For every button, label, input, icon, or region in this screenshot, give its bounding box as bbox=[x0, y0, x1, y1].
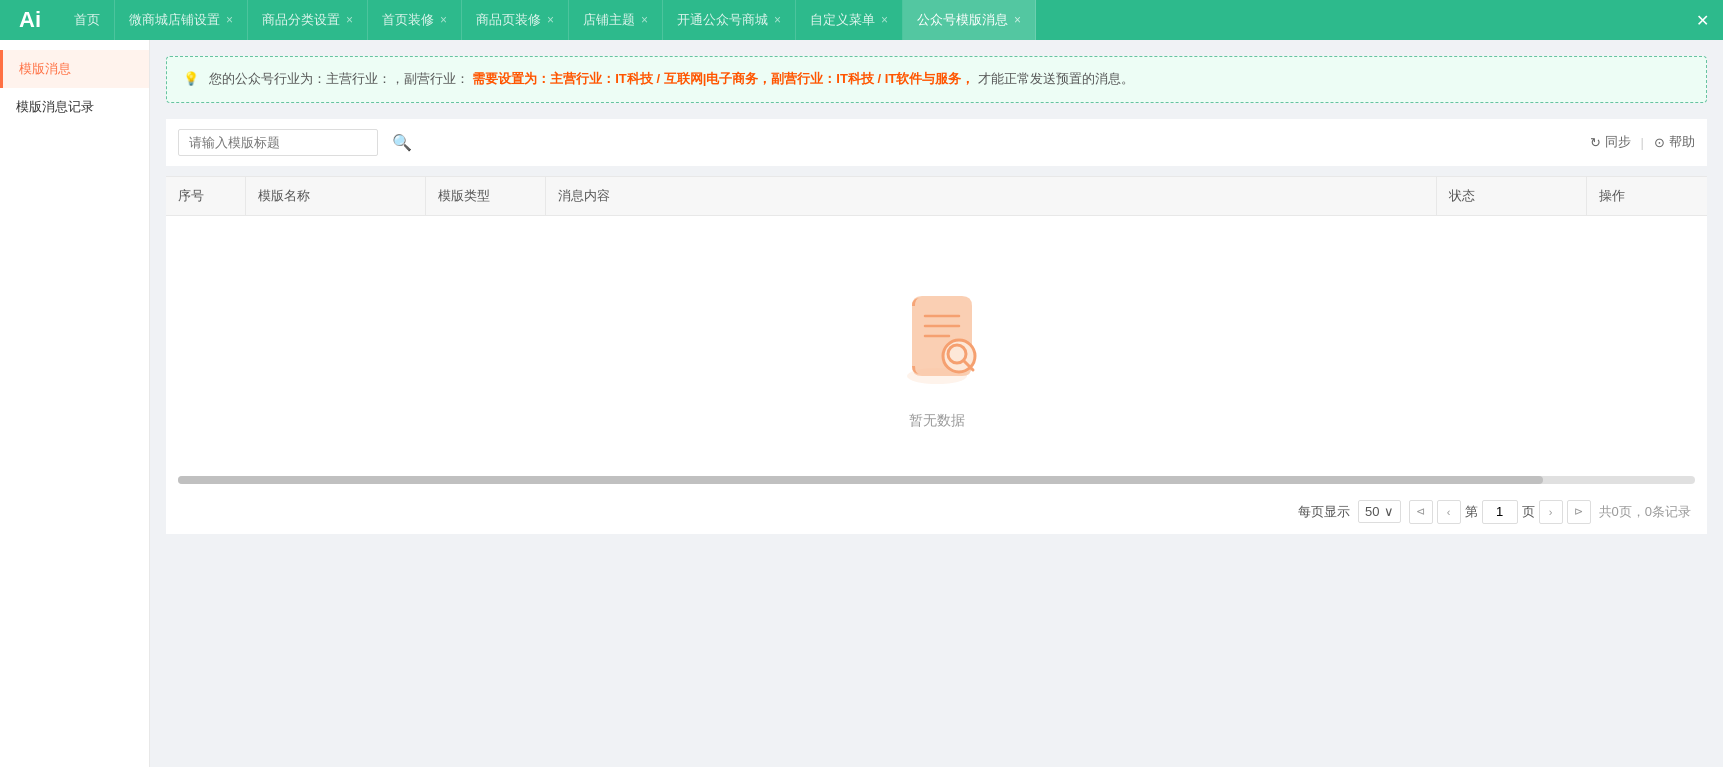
scrollbar-thumb[interactable] bbox=[178, 476, 1543, 484]
nav-tabs: 首页微商城店铺设置×商品分类设置×首页装修×商品页装修×店铺主题×开通公众号商城… bbox=[60, 0, 1682, 40]
page-size-value: 50 bbox=[1365, 504, 1379, 519]
table-header-index: 序号 bbox=[166, 177, 246, 215]
nav-tab-close-icon[interactable]: × bbox=[881, 13, 888, 27]
page-size-label: 每页显示 bbox=[1298, 503, 1350, 521]
sync-button[interactable]: ↻ 同步 bbox=[1590, 133, 1631, 151]
sidebar-item-template-msg[interactable]: 模版消息 bbox=[0, 50, 149, 88]
table-header: 序号模版名称模版类型消息内容状态操作 bbox=[166, 176, 1707, 216]
notice-prefix: 您的公众号行业为：主营行业：，副营行业： bbox=[209, 71, 469, 86]
nav-tab-label: 自定义菜单 bbox=[810, 11, 875, 29]
help-label: 帮助 bbox=[1669, 133, 1695, 151]
nav-tab-label: 商品分类设置 bbox=[262, 11, 340, 29]
nav-tab-close-icon[interactable]: × bbox=[346, 13, 353, 27]
help-button[interactable]: ⊙ 帮助 bbox=[1654, 133, 1695, 151]
divider: | bbox=[1641, 135, 1644, 150]
page-input[interactable] bbox=[1482, 500, 1518, 524]
nav-tab-close-icon[interactable]: × bbox=[641, 13, 648, 27]
search-button[interactable]: 🔍 bbox=[386, 131, 418, 154]
nav-tab-close-icon[interactable]: × bbox=[547, 13, 554, 27]
table-header-action: 操作 bbox=[1587, 177, 1707, 215]
page-label-after: 页 bbox=[1522, 503, 1535, 521]
content-area: 💡 您的公众号行业为：主营行业：，副营行业： 需要设置为：主营行业：IT科技 /… bbox=[150, 40, 1723, 767]
nav-tab-label: 开通公众号商城 bbox=[677, 11, 768, 29]
sync-icon: ↻ bbox=[1590, 135, 1601, 150]
nav-tab-home[interactable]: 首页 bbox=[60, 0, 115, 40]
notice-box: 💡 您的公众号行业为：主营行业：，副营行业： 需要设置为：主营行业：IT科技 /… bbox=[166, 56, 1707, 103]
search-input[interactable] bbox=[178, 129, 378, 156]
empty-illustration bbox=[877, 276, 997, 396]
logo: Ai bbox=[0, 0, 60, 40]
page-label-before: 第 bbox=[1465, 503, 1478, 521]
nav-tab-product-decor[interactable]: 商品页装修 × bbox=[462, 0, 569, 40]
nav-tab-close-icon[interactable]: × bbox=[440, 13, 447, 27]
nav-tab-custom-menu[interactable]: 自定义菜单 × bbox=[796, 0, 903, 40]
nav-tab-label: 店铺主题 bbox=[583, 11, 635, 29]
prev-page-button[interactable]: ‹ bbox=[1437, 500, 1461, 524]
notice-highlight: 需要设置为：主营行业：IT科技 / 互联网|电子商务，副营行业：IT科技 / I… bbox=[472, 71, 974, 86]
global-close-button[interactable]: ✕ bbox=[1682, 0, 1723, 40]
main-layout: 模版消息模版消息记录 💡 您的公众号行业为：主营行业：，副营行业： 需要设置为：… bbox=[0, 40, 1723, 767]
scrollbar-track[interactable] bbox=[178, 476, 1695, 484]
help-icon: ⊙ bbox=[1654, 135, 1665, 150]
top-nav: Ai 首页微商城店铺设置×商品分类设置×首页装修×商品页装修×店铺主题×开通公众… bbox=[0, 0, 1723, 40]
nav-tab-home-decor[interactable]: 首页装修 × bbox=[368, 0, 462, 40]
search-left: 🔍 bbox=[178, 129, 418, 156]
page-nav: ⊲ ‹ 第 页 › ⊳ bbox=[1409, 500, 1591, 524]
nav-tab-label: 首页 bbox=[74, 11, 100, 29]
nav-tab-label: 微商城店铺设置 bbox=[129, 11, 220, 29]
table-header-type: 模版类型 bbox=[426, 177, 546, 215]
nav-tab-label: 商品页装修 bbox=[476, 11, 541, 29]
scrollbar-row bbox=[166, 470, 1707, 490]
search-right: ↻ 同步 | ⊙ 帮助 bbox=[1590, 133, 1695, 151]
sync-label: 同步 bbox=[1605, 133, 1631, 151]
nav-tab-close-icon[interactable]: × bbox=[226, 13, 233, 27]
empty-text: 暂无数据 bbox=[909, 412, 965, 430]
sidebar: 模版消息模版消息记录 bbox=[0, 40, 150, 767]
page-size-select[interactable]: 50 ∨ bbox=[1358, 500, 1400, 523]
nav-tab-shop-settings[interactable]: 微商城店铺设置 × bbox=[115, 0, 248, 40]
empty-state: 暂无数据 bbox=[166, 216, 1707, 470]
table: 序号模版名称模版类型消息内容状态操作 bbox=[166, 176, 1707, 534]
search-row: 🔍 ↻ 同步 | ⊙ 帮助 bbox=[166, 119, 1707, 166]
nav-tab-close-icon[interactable]: × bbox=[774, 13, 781, 27]
notice-icon: 💡 bbox=[183, 71, 199, 86]
nav-tab-close-icon[interactable]: × bbox=[1014, 13, 1021, 27]
nav-tab-open-mall[interactable]: 开通公众号商城 × bbox=[663, 0, 796, 40]
nav-tab-label: 首页装修 bbox=[382, 11, 434, 29]
total-info: 共0页，0条记录 bbox=[1599, 503, 1691, 521]
pagination-row: 每页显示 50 ∨ ⊲ ‹ 第 页 › ⊳ 共0页，0条记录 bbox=[166, 490, 1707, 534]
first-page-button[interactable]: ⊲ bbox=[1409, 500, 1433, 524]
sidebar-item-template-record[interactable]: 模版消息记录 bbox=[0, 88, 149, 126]
chevron-down-icon: ∨ bbox=[1384, 504, 1394, 519]
table-header-status: 状态 bbox=[1437, 177, 1587, 215]
last-page-button[interactable]: ⊳ bbox=[1567, 500, 1591, 524]
nav-tab-label: 公众号模版消息 bbox=[917, 11, 1008, 29]
table-header-name: 模版名称 bbox=[246, 177, 426, 215]
nav-tab-template-msg[interactable]: 公众号模版消息 × bbox=[903, 0, 1036, 40]
nav-tab-shop-theme[interactable]: 店铺主题 × bbox=[569, 0, 663, 40]
nav-tab-category-settings[interactable]: 商品分类设置 × bbox=[248, 0, 368, 40]
next-page-button[interactable]: › bbox=[1539, 500, 1563, 524]
notice-suffix: 才能正常发送预置的消息。 bbox=[978, 71, 1134, 86]
table-header-content: 消息内容 bbox=[546, 177, 1437, 215]
